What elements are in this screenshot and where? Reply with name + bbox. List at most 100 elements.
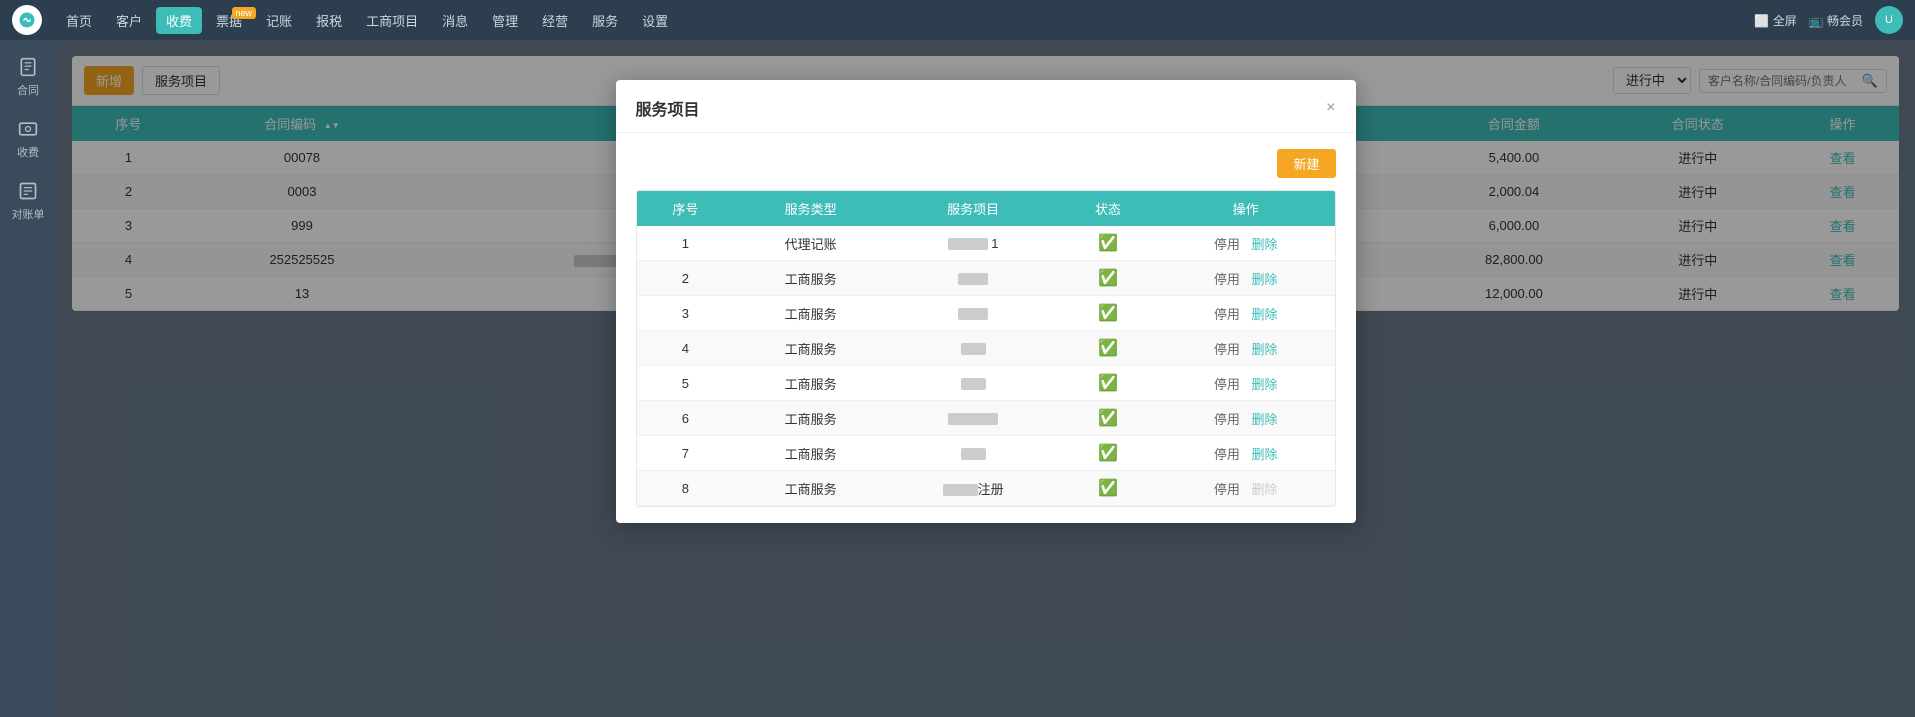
delete-button[interactable]: 删除	[1251, 412, 1277, 427]
modal-title: 服务项目	[636, 96, 700, 120]
sidebar-item-contract[interactable]: 合同	[2, 48, 54, 106]
modal-table: 序号 服务类型 服务项目 状态 操作 1 代理记账 1 ✅ 停用	[637, 191, 1335, 506]
modal-new-button[interactable]: 新建	[1277, 149, 1335, 178]
delete-button[interactable]: 删除	[1251, 447, 1277, 462]
stop-button[interactable]: 停用	[1214, 272, 1240, 287]
top-nav-right: ⬜ 全屏 📺 畅会员 U	[1754, 6, 1903, 34]
nav-commerce[interactable]: 工商项目	[356, 7, 428, 34]
sidebar-item-statement[interactable]: 对账单	[2, 172, 54, 230]
modal-cell-item: 注册	[887, 471, 1059, 506]
stop-button[interactable]: 停用	[1214, 447, 1240, 462]
modal-cell-action: 停用 删除	[1157, 296, 1335, 331]
modal-table-row: 3 工商服务 ✅ 停用 删除	[637, 296, 1335, 331]
modal-cell-seq: 6	[637, 401, 735, 436]
fullscreen-btn[interactable]: ⬜ 全屏	[1754, 12, 1796, 29]
nav-tax[interactable]: 报税	[306, 7, 352, 34]
modal-cell-action: 停用 删除	[1157, 366, 1335, 401]
nav-customer[interactable]: 客户	[106, 7, 152, 34]
modal-table-row: 7 工商服务 ✅ 停用 删除	[637, 436, 1335, 471]
modal-cell-action: 停用 删除	[1157, 436, 1335, 471]
modal-cell-status: ✅	[1059, 296, 1157, 331]
status-check-icon: ✅	[1098, 410, 1118, 427]
contract-icon	[17, 56, 39, 78]
modal-overlay: 服务项目 × 新建 序号 服务类型 服务项目	[56, 40, 1915, 717]
modal-cell-item	[887, 401, 1059, 436]
modal-cell-action: 停用 删除	[1157, 331, 1335, 366]
nav-manage[interactable]: 管理	[482, 7, 528, 34]
modal-cell-seq: 8	[637, 471, 735, 506]
modal-cell-type: 工商服务	[734, 331, 887, 366]
nav-home[interactable]: 首页	[56, 7, 102, 34]
nav-message[interactable]: 消息	[432, 7, 478, 34]
status-check-icon: ✅	[1098, 340, 1118, 357]
modal-col-type: 服务类型	[734, 191, 887, 226]
nav-bookkeep[interactable]: 记账	[256, 7, 302, 34]
status-check-icon: ✅	[1098, 480, 1118, 497]
delete-button[interactable]: 删除	[1251, 307, 1277, 322]
modal-cell-item	[887, 366, 1059, 401]
nav-operation[interactable]: 经营	[532, 7, 578, 34]
modal-close-button[interactable]: ×	[1326, 100, 1335, 116]
modal-cell-seq: 7	[637, 436, 735, 471]
modal-cell-type: 工商服务	[734, 261, 887, 296]
modal-cell-action: 停用 删除	[1157, 471, 1335, 506]
nav-invoice[interactable]: 票据 new	[206, 7, 252, 34]
modal-cell-item	[887, 296, 1059, 331]
delete-button[interactable]: 删除	[1251, 377, 1277, 392]
modal-cell-status: ✅	[1059, 331, 1157, 366]
modal-cell-action: 停用 删除	[1157, 261, 1335, 296]
stop-button[interactable]: 停用	[1214, 482, 1240, 497]
modal-cell-seq: 1	[637, 226, 735, 261]
modal-table-row: 6 工商服务 ✅ 停用 删除	[637, 401, 1335, 436]
stop-button[interactable]: 停用	[1214, 377, 1240, 392]
stop-button[interactable]: 停用	[1214, 237, 1240, 252]
vip-btn[interactable]: 📺 畅会员	[1809, 12, 1863, 29]
modal-cell-seq: 3	[637, 296, 735, 331]
avatar[interactable]: U	[1875, 6, 1903, 34]
modal-toolbar: 新建	[636, 149, 1336, 178]
delete-button[interactable]: 删除	[1251, 272, 1277, 287]
stop-button[interactable]: 停用	[1214, 307, 1240, 322]
status-check-icon: ✅	[1098, 270, 1118, 287]
modal-cell-type: 工商服务	[734, 296, 887, 331]
delete-button[interactable]: 删除	[1251, 237, 1277, 252]
status-check-icon: ✅	[1098, 375, 1118, 392]
modal-col-item: 服务项目	[887, 191, 1059, 226]
modal-cell-type: 工商服务	[734, 436, 887, 471]
service-modal: 服务项目 × 新建 序号 服务类型 服务项目	[616, 80, 1356, 523]
logo[interactable]	[12, 5, 42, 35]
modal-table-row: 8 工商服务 注册 ✅ 停用 删除	[637, 471, 1335, 506]
sidebar-label-fee: 收费	[17, 144, 39, 160]
sidebar-label-statement: 对账单	[12, 206, 45, 222]
modal-table-row: 2 工商服务 ✅ 停用 删除	[637, 261, 1335, 296]
modal-cell-seq: 4	[637, 331, 735, 366]
modal-col-action: 操作	[1157, 191, 1335, 226]
nav-fee[interactable]: 收费	[156, 7, 202, 34]
nav-service[interactable]: 服务	[582, 7, 628, 34]
status-check-icon: ✅	[1098, 235, 1118, 252]
sidebar-item-fee[interactable]: 收费	[2, 110, 54, 168]
stop-button[interactable]: 停用	[1214, 412, 1240, 427]
nav-items: 首页 客户 收费 票据 new 记账 报税 工商项目 消息 管理 经营 服务 设…	[56, 7, 1754, 34]
modal-cell-status: ✅	[1059, 226, 1157, 261]
delete-button: 删除	[1251, 482, 1277, 497]
modal-cell-type: 工商服务	[734, 471, 887, 506]
modal-cell-item	[887, 331, 1059, 366]
modal-cell-type: 代理记账	[734, 226, 887, 261]
delete-button[interactable]: 删除	[1251, 342, 1277, 357]
nav-settings[interactable]: 设置	[632, 7, 678, 34]
modal-cell-type: 工商服务	[734, 366, 887, 401]
modal-table-wrap[interactable]: 序号 服务类型 服务项目 状态 操作 1 代理记账 1 ✅ 停用	[636, 190, 1336, 507]
modal-header: 服务项目 ×	[616, 80, 1356, 133]
fee-icon	[17, 118, 39, 140]
modal-cell-action: 停用 删除	[1157, 226, 1335, 261]
status-check-icon: ✅	[1098, 445, 1118, 462]
modal-cell-item	[887, 261, 1059, 296]
modal-cell-status: ✅	[1059, 436, 1157, 471]
modal-cell-item: 1	[887, 226, 1059, 261]
modal-table-row: 5 工商服务 ✅ 停用 删除	[637, 366, 1335, 401]
modal-col-status: 状态	[1059, 191, 1157, 226]
stop-button[interactable]: 停用	[1214, 342, 1240, 357]
modal-cell-status: ✅	[1059, 401, 1157, 436]
modal-body: 新建 序号 服务类型 服务项目 状态 操作	[616, 133, 1356, 523]
